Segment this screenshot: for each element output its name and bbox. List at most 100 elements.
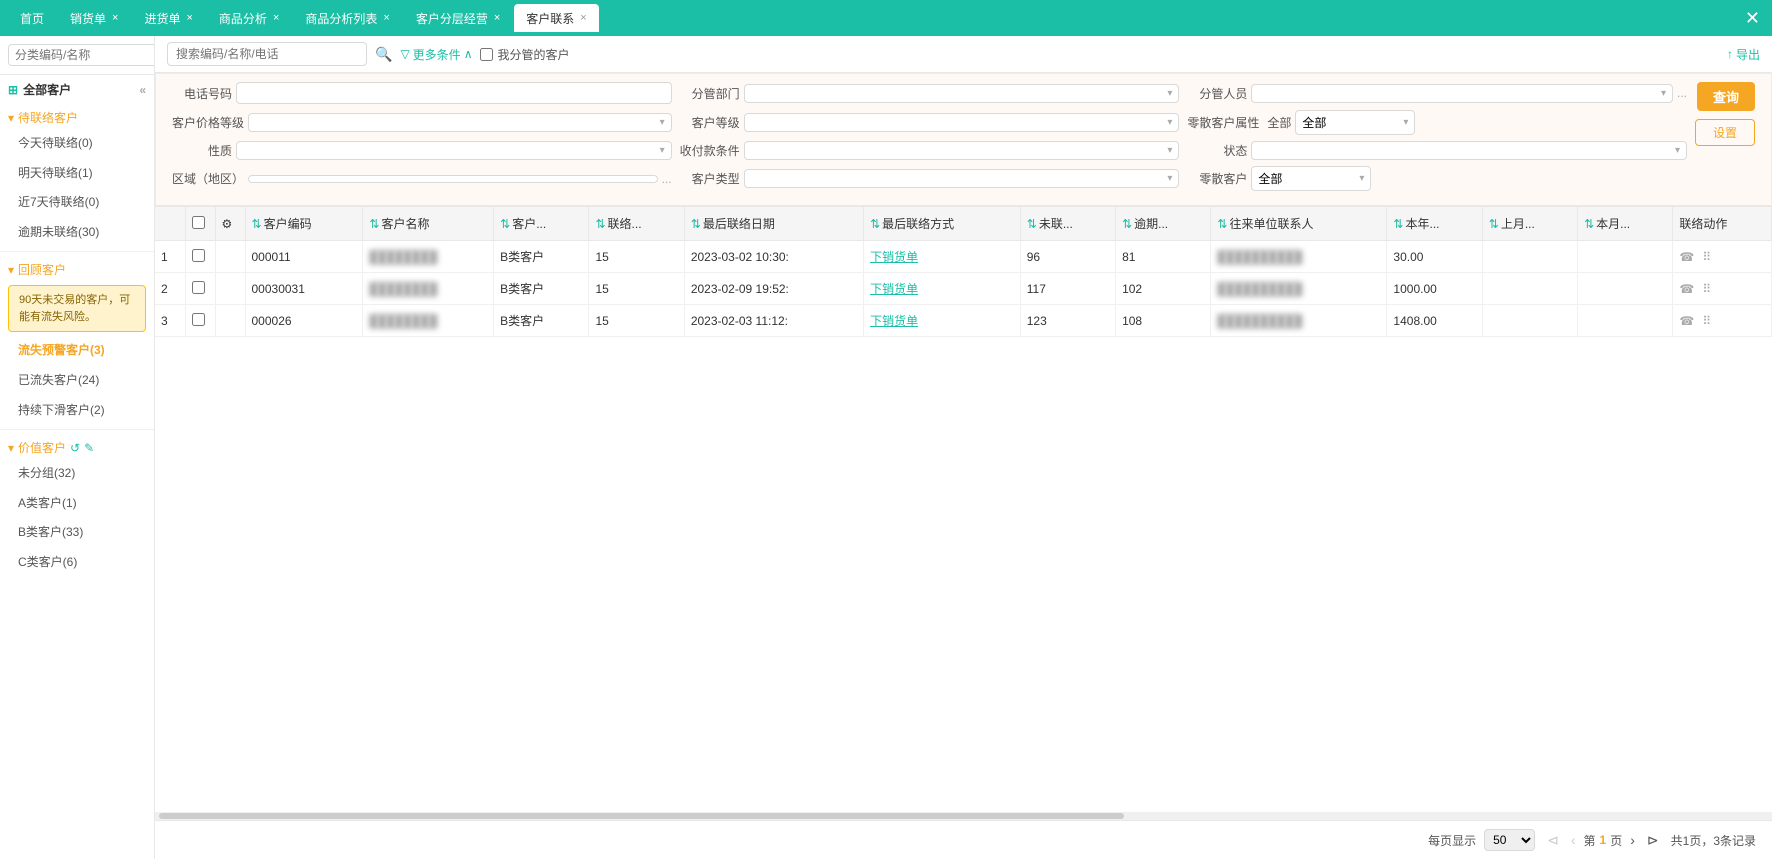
sidebar-item-churn-warning[interactable]: 流失预警客户(3) — [0, 336, 154, 366]
col-checkbox[interactable] — [185, 207, 215, 241]
sidebar-item-overdue-pending[interactable]: 逾期未联络(30) — [0, 218, 154, 248]
sidebar-item-tomorrow-pending[interactable]: 明天待联络(1) — [0, 159, 154, 189]
col-this-month[interactable]: ⇅本月... — [1578, 207, 1673, 241]
filter-input-phone[interactable] — [236, 82, 672, 104]
tab-customer-layered[interactable]: 客户分层经营 × — [404, 4, 512, 32]
col-this-year[interactable]: ⇅本年... — [1387, 207, 1482, 241]
my-customers-checkbox-label[interactable]: 我分管的客户 — [480, 46, 569, 63]
contact-action-icon[interactable]: ☎ — [1679, 314, 1694, 328]
filter-select-price-level[interactable]: ▾ — [248, 113, 672, 132]
filter-select-region[interactable] — [248, 175, 658, 183]
filter-select-scattered-customer[interactable]: 全部 ▾ — [1251, 166, 1371, 191]
more-action-icon[interactable]: ⠿ — [1702, 314, 1711, 328]
select-all-checkbox[interactable] — [192, 216, 205, 229]
tab-sales-order[interactable]: 销货单 × — [58, 4, 130, 32]
sidebar-section-pending[interactable]: ▾ 待联络客户 — [0, 104, 154, 129]
sidebar-all-customers[interactable]: ⊞ 全部客户 « — [0, 75, 154, 104]
filter-select-scattered-attr[interactable]: 全部 ▾ — [1295, 110, 1415, 135]
tab-customer-contact-close[interactable]: × — [580, 12, 586, 24]
contact-action-icon[interactable]: ☎ — [1679, 282, 1694, 296]
contact-method-link[interactable]: 下销货单 — [870, 314, 918, 328]
filter-dots-2[interactable]: ... — [662, 172, 672, 186]
filter-icon: ▽ — [400, 47, 409, 61]
filter-field-nature: 性质 ▾ — [172, 141, 672, 160]
filter-select-customer-level[interactable]: ▾ — [744, 113, 1180, 132]
sidebar-item-7days-pending[interactable]: 近7天待联络(0) — [0, 188, 154, 218]
tab-product-analysis-list-close[interactable]: × — [383, 12, 389, 24]
col-contact[interactable]: ⇅联络... — [589, 207, 684, 241]
next-page-btn[interactable]: › — [1626, 830, 1639, 850]
sidebar-item-churned[interactable]: 已流失客户(24) — [0, 366, 154, 396]
tab-product-analysis-list[interactable]: 商品分析列表 × — [293, 4, 401, 32]
col-type[interactable]: ⇅客户... — [494, 207, 589, 241]
cell-settings — [215, 305, 245, 337]
cell-checkbox[interactable] — [185, 241, 215, 273]
sidebar-item-declining[interactable]: 持续下滑客户(2) — [0, 396, 154, 426]
sidebar-item-classC[interactable]: C类客户(6) — [0, 548, 154, 578]
export-btn[interactable]: ↑ 导出 — [1727, 46, 1760, 63]
more-action-icon[interactable]: ⠿ — [1702, 282, 1711, 296]
contact-method-link[interactable]: 下销货单 — [870, 250, 918, 264]
more-action-icon[interactable]: ⠿ — [1702, 250, 1711, 264]
first-page-btn[interactable]: ⊲ — [1543, 830, 1563, 851]
row-checkbox[interactable] — [192, 281, 205, 294]
filter-select-payment[interactable]: ▾ — [744, 141, 1180, 160]
sidebar-search-input[interactable] — [8, 44, 155, 66]
arrow-down-icon-3: ▾ — [8, 441, 14, 455]
tab-customer-layered-close[interactable]: × — [494, 12, 500, 24]
col-uncontacted[interactable]: ⇅未联... — [1020, 207, 1115, 241]
tab-purchase-order-close[interactable]: × — [186, 12, 192, 24]
last-page-btn[interactable]: ⊳ — [1643, 830, 1663, 851]
cell-checkbox[interactable] — [185, 305, 215, 337]
cell-checkbox[interactable] — [185, 273, 215, 305]
query-button[interactable]: 查询 — [1697, 82, 1755, 111]
chevron-down-icon-6: ▾ — [1403, 117, 1408, 128]
cell-last-month — [1482, 273, 1577, 305]
col-last-date[interactable]: ⇅最后联络日期 — [684, 207, 863, 241]
filter-select-manager[interactable]: ▾ — [1251, 84, 1673, 103]
tab-home[interactable]: 首页 — [8, 4, 56, 32]
contact-action-icon[interactable]: ☎ — [1679, 250, 1694, 264]
prev-page-btn[interactable]: ‹ — [1567, 830, 1580, 850]
search-input[interactable] — [167, 42, 367, 66]
filter-select-status[interactable]: ▾ — [1251, 141, 1687, 160]
tab-customer-contact[interactable]: 客户联系 × — [514, 4, 598, 32]
filter-dots-1[interactable]: ... — [1677, 86, 1687, 100]
sidebar-item-ungrouped[interactable]: 未分组(32) — [0, 459, 154, 489]
contact-method-link[interactable]: 下销货单 — [870, 282, 918, 296]
col-code[interactable]: ⇅客户编码 — [245, 207, 363, 241]
horizontal-scrollbar[interactable] — [155, 812, 1772, 820]
col-overdue[interactable]: ⇅逾期... — [1116, 207, 1211, 241]
sidebar-section-value[interactable]: ▾ 价值客户 ↺ ✎ — [0, 434, 154, 459]
col-last-method[interactable]: ⇅最后联络方式 — [864, 207, 1021, 241]
tab-product-analysis[interactable]: 商品分析 × — [207, 4, 291, 32]
cell-last-method[interactable]: 下销货单 — [864, 241, 1021, 273]
sidebar-section-review[interactable]: ▾ 回顾客户 — [0, 256, 154, 281]
filter-select-customer-type[interactable]: ▾ — [744, 169, 1180, 188]
row-checkbox[interactable] — [192, 313, 205, 326]
sidebar-item-today-pending[interactable]: 今天待联络(0) — [0, 129, 154, 159]
col-settings[interactable]: ⚙ — [215, 207, 245, 241]
edit-icon[interactable]: ✎ — [84, 441, 94, 455]
col-unit-contact[interactable]: ⇅往来单位联系人 — [1211, 207, 1387, 241]
row-checkbox[interactable] — [192, 249, 205, 262]
sidebar-item-classA[interactable]: A类客户(1) — [0, 489, 154, 519]
sidebar-item-classB[interactable]: B类客户(33) — [0, 518, 154, 548]
per-page-select[interactable]: 50 100 200 — [1484, 829, 1535, 851]
cell-last-method[interactable]: 下销货单 — [864, 273, 1021, 305]
settings-button[interactable]: 设置 — [1695, 119, 1755, 146]
window-close-btn[interactable]: ✕ — [1741, 4, 1764, 33]
tab-sales-order-close[interactable]: × — [112, 12, 118, 24]
filter-select-nature[interactable]: ▾ — [236, 141, 672, 160]
search-button[interactable]: 🔍 — [375, 46, 392, 63]
tab-purchase-order[interactable]: 进货单 × — [132, 4, 204, 32]
filter-select-dept[interactable]: ▾ — [744, 84, 1180, 103]
cell-last-method[interactable]: 下销货单 — [864, 305, 1021, 337]
col-name[interactable]: ⇅客户名称 — [363, 207, 494, 241]
col-last-month[interactable]: ⇅上月... — [1482, 207, 1577, 241]
my-customers-checkbox[interactable] — [480, 48, 493, 61]
more-conditions-btn[interactable]: ▽ 更多条件 ∧ — [400, 46, 472, 63]
scrollbar-thumb[interactable] — [159, 813, 1124, 819]
refresh-icon[interactable]: ↺ — [70, 441, 80, 455]
tab-product-analysis-close[interactable]: × — [273, 12, 279, 24]
